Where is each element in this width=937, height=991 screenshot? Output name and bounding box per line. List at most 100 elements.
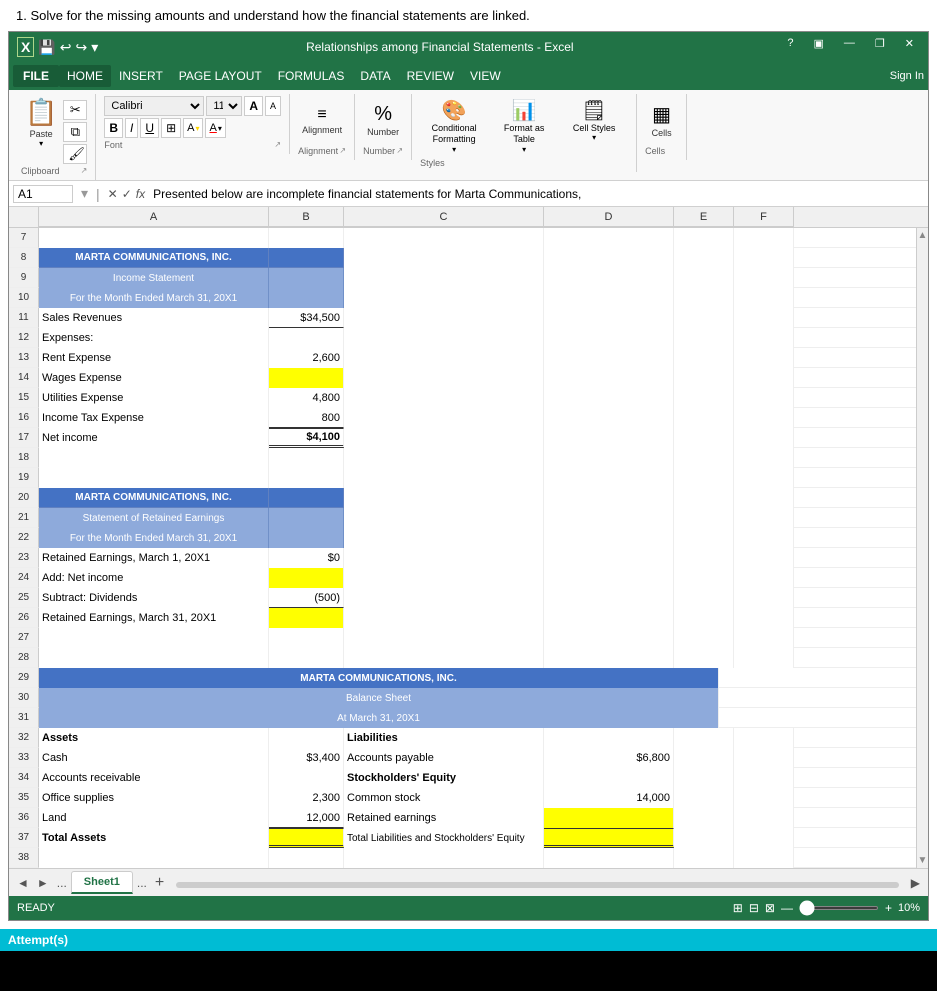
- cell-C36[interactable]: Retained earnings: [344, 808, 544, 828]
- cell-D33[interactable]: $6,800: [544, 748, 674, 768]
- sheet-tab-sheet1[interactable]: Sheet1: [71, 871, 133, 894]
- cell-F25[interactable]: [734, 588, 794, 608]
- cell-B36[interactable]: 12,000: [269, 808, 344, 828]
- minimize-button[interactable]: —: [838, 37, 861, 57]
- cell-D32[interactable]: [544, 728, 674, 748]
- cell-F36[interactable]: [734, 808, 794, 828]
- cell-D16[interactable]: [544, 408, 674, 428]
- cell-B26[interactable]: [269, 608, 344, 628]
- col-header-B[interactable]: B: [269, 207, 344, 227]
- cell-A20[interactable]: MARTA COMMUNICATIONS, INC.: [39, 488, 269, 508]
- cell-F21[interactable]: [734, 508, 794, 528]
- cell-B13[interactable]: 2,600: [269, 348, 344, 368]
- borders-button[interactable]: ⊞: [161, 118, 181, 138]
- cell-A28[interactable]: [39, 648, 269, 668]
- cell-F33[interactable]: [734, 748, 794, 768]
- insert-function-icon[interactable]: fx: [136, 187, 145, 201]
- cell-D23[interactable]: [544, 548, 674, 568]
- cell-A25[interactable]: Subtract: Dividends: [39, 588, 269, 608]
- cell-D24[interactable]: [544, 568, 674, 588]
- col-header-F[interactable]: F: [734, 207, 794, 227]
- save-icon[interactable]: 💾: [38, 39, 55, 56]
- cell-D7[interactable]: [544, 228, 674, 248]
- cell-F13[interactable]: [734, 348, 794, 368]
- col-header-C[interactable]: C: [344, 207, 544, 227]
- cell-C38[interactable]: [344, 848, 544, 868]
- cell-C25[interactable]: [344, 588, 544, 608]
- cell-E37[interactable]: [674, 828, 734, 848]
- help-button[interactable]: ?: [781, 37, 799, 57]
- cell-A27[interactable]: [39, 628, 269, 648]
- cell-C26[interactable]: [344, 608, 544, 628]
- cell-C9[interactable]: [344, 268, 544, 288]
- cell-F20[interactable]: [734, 488, 794, 508]
- cell-A36[interactable]: Land: [39, 808, 269, 828]
- cell-A30[interactable]: Balance Sheet: [39, 688, 719, 708]
- cell-F12[interactable]: [734, 328, 794, 348]
- alignment-expand-icon[interactable]: ↗: [339, 146, 346, 155]
- cell-A18[interactable]: [39, 448, 269, 468]
- cell-E25[interactable]: [674, 588, 734, 608]
- cell-E38[interactable]: [674, 848, 734, 868]
- cell-F7[interactable]: [734, 228, 794, 248]
- fill-color-button[interactable]: A ▾: [183, 118, 203, 138]
- font-shrink-button[interactable]: A: [265, 96, 281, 116]
- cell-F22[interactable]: [734, 528, 794, 548]
- cell-E14[interactable]: [674, 368, 734, 388]
- zoom-in-icon[interactable]: +: [885, 901, 892, 915]
- cell-B10[interactable]: [269, 288, 344, 308]
- page-layout-icon[interactable]: ⊟: [749, 901, 759, 915]
- cell-B35[interactable]: 2,300: [269, 788, 344, 808]
- cell-F24[interactable]: [734, 568, 794, 588]
- cell-A16[interactable]: Income Tax Expense: [39, 408, 269, 428]
- menu-view[interactable]: VIEW: [462, 65, 509, 87]
- cell-F9[interactable]: [734, 268, 794, 288]
- cell-D17[interactable]: [544, 428, 674, 448]
- cell-D18[interactable]: [544, 448, 674, 468]
- col-header-D[interactable]: D: [544, 207, 674, 227]
- restore-button[interactable]: ❐: [869, 37, 891, 57]
- cell-D10[interactable]: [544, 288, 674, 308]
- cell-B8[interactable]: [269, 248, 344, 268]
- cell-C35[interactable]: Common stock: [344, 788, 544, 808]
- cell-F37[interactable]: [734, 828, 794, 848]
- cell-E7[interactable]: [674, 228, 734, 248]
- col-header-A[interactable]: A: [39, 207, 269, 227]
- cell-E33[interactable]: [674, 748, 734, 768]
- cell-D21[interactable]: [544, 508, 674, 528]
- cell-D8[interactable]: [544, 248, 674, 268]
- cell-C7[interactable]: [344, 228, 544, 248]
- cell-B38[interactable]: [269, 848, 344, 868]
- cell-A12[interactable]: Expenses:: [39, 328, 269, 348]
- cell-E36[interactable]: [674, 808, 734, 828]
- font-color-button[interactable]: A ▾: [205, 118, 225, 138]
- cell-A15[interactable]: Utilities Expense: [39, 388, 269, 408]
- cell-A31[interactable]: At March 31, 20X1: [39, 708, 719, 728]
- next-sheet-button[interactable]: ►: [33, 874, 53, 892]
- cell-B25[interactable]: (500): [269, 588, 344, 608]
- cell-E10[interactable]: [674, 288, 734, 308]
- page-break-icon[interactable]: ⊠: [765, 901, 775, 915]
- cell-A38[interactable]: [39, 848, 269, 868]
- cell-A14[interactable]: Wages Expense: [39, 368, 269, 388]
- cell-C27[interactable]: [344, 628, 544, 648]
- number-expand-icon[interactable]: ↗: [396, 146, 403, 155]
- cell-F28[interactable]: [734, 648, 794, 668]
- cell-F38[interactable]: [734, 848, 794, 868]
- menu-home[interactable]: HOME: [59, 65, 111, 87]
- cell-D28[interactable]: [544, 648, 674, 668]
- confirm-formula-icon[interactable]: ✓: [122, 187, 132, 201]
- cell-E13[interactable]: [674, 348, 734, 368]
- cell-A22[interactable]: For the Month Ended March 31, 20X1: [39, 528, 269, 548]
- cell-E11[interactable]: [674, 308, 734, 328]
- prev-sheet-button[interactable]: ◄: [13, 874, 33, 892]
- cell-C13[interactable]: [344, 348, 544, 368]
- format-painter-button[interactable]: 🖌: [63, 144, 87, 164]
- cell-E23[interactable]: [674, 548, 734, 568]
- cell-E28[interactable]: [674, 648, 734, 668]
- cell-C32[interactable]: Liabilities: [344, 728, 544, 748]
- cell-B15[interactable]: 4,800: [269, 388, 344, 408]
- cell-D27[interactable]: [544, 628, 674, 648]
- cell-B23[interactable]: $0: [269, 548, 344, 568]
- cell-E34[interactable]: [674, 768, 734, 788]
